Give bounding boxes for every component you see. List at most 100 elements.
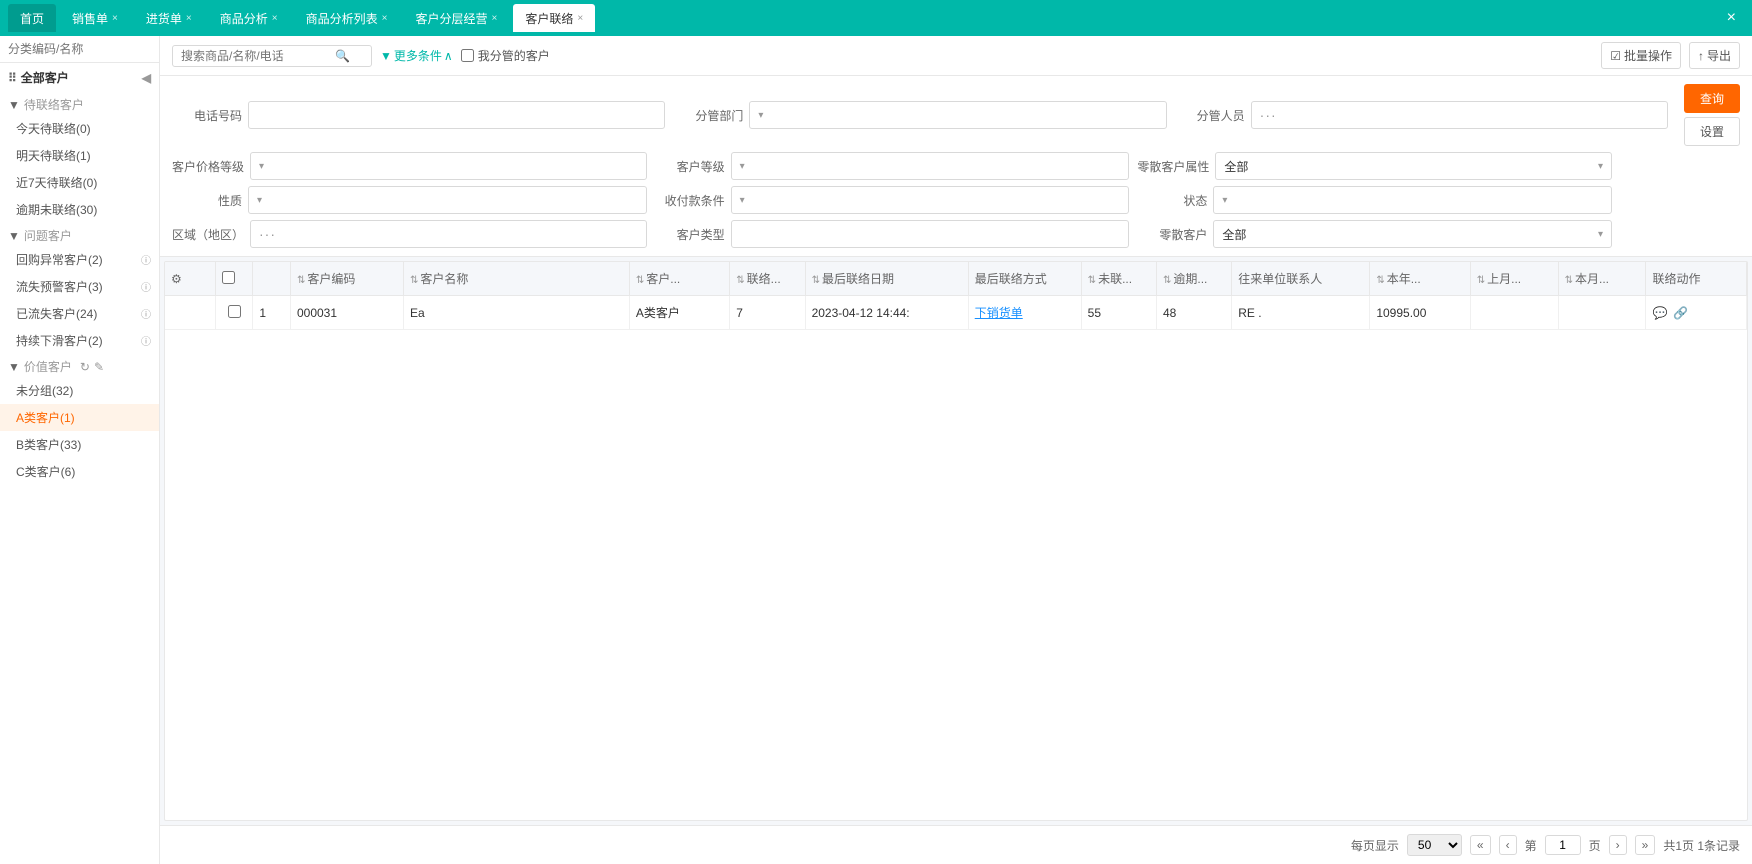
payment-select[interactable]: ▾	[731, 186, 1130, 214]
tab-customer-segment-close[interactable]: ×	[491, 13, 497, 24]
contact-col-header[interactable]: ⇅联络...	[730, 262, 805, 296]
this-year-col-header[interactable]: ⇅本年...	[1370, 262, 1470, 296]
overdue-col-header[interactable]: ⇅逾期...	[1156, 262, 1231, 296]
sidebar-item-b-class[interactable]: B类客户(33)	[0, 431, 159, 458]
filter-search-box[interactable]: 🔍	[172, 45, 372, 67]
export-icon: ↑	[1698, 49, 1704, 63]
sidebar-item-ungrouped[interactable]: 未分组(32)	[0, 377, 159, 404]
nature-select[interactable]: ▾	[248, 186, 647, 214]
batch-operation-btn[interactable]: ☑ 批量操作	[1601, 42, 1681, 69]
tab-customer-segment[interactable]: 客户分层经营 ×	[403, 4, 509, 32]
tab-home[interactable]: 首页	[8, 4, 56, 32]
sidebar-item-abnormal-repurchase[interactable]: 回购异常客户(2) ⓘ	[0, 246, 159, 273]
name-col-header[interactable]: ⇅客户名称	[403, 262, 629, 296]
link-icon[interactable]: 🔗	[1673, 306, 1688, 320]
sidebar-item-7days[interactable]: 近7天待联络(0)	[0, 169, 159, 196]
unit-contact-cell: RE .	[1232, 296, 1370, 330]
tab-customer-contact[interactable]: 客户联络 ×	[513, 4, 595, 32]
edit-icon[interactable]: ✎	[94, 360, 104, 374]
scatter-attr-select[interactable]: 全部 ▾	[1215, 152, 1612, 180]
no-contact-col-header[interactable]: ⇅未联...	[1081, 262, 1156, 296]
price-level-select[interactable]: ▾	[250, 152, 647, 180]
tab-purchase-order[interactable]: 进货单 ×	[134, 4, 204, 32]
status-select[interactable]: ▾	[1213, 186, 1612, 214]
per-page-select[interactable]: 50 100 200	[1407, 834, 1462, 856]
scatter-customer-select[interactable]: 全部 ▾	[1213, 220, 1612, 248]
my-customer-checkbox-label[interactable]: 我分管的客户	[461, 47, 550, 64]
refresh-icon[interactable]: ↻	[80, 360, 90, 374]
tab-purchase-order-close[interactable]: ×	[186, 13, 192, 24]
action-col-header: 联络动作	[1646, 262, 1747, 296]
value-customers-label: 价值客户	[24, 358, 72, 375]
last-contact-method-col-header[interactable]: 最后联络方式	[968, 262, 1081, 296]
tab-product-analysis[interactable]: 商品分析 ×	[208, 4, 290, 32]
more-filters-btn[interactable]: ▼ 更多条件 ∧	[380, 47, 453, 64]
first-page-btn[interactable]: «	[1470, 835, 1491, 855]
sidebar-search-input[interactable]	[8, 42, 160, 56]
type-cell: A类客户	[629, 296, 729, 330]
last-month-cell	[1470, 296, 1558, 330]
customer-type-input[interactable]	[731, 220, 1130, 248]
filter-search-icon[interactable]: 🔍	[335, 49, 350, 63]
price-level-label: 客户价格等级	[172, 158, 244, 175]
action-cell[interactable]: 💬 🔗	[1646, 296, 1747, 330]
tab-sales-order-close[interactable]: ×	[112, 13, 118, 24]
last-month-col-header[interactable]: ⇅上月...	[1470, 262, 1558, 296]
checkbox-cell[interactable]	[215, 296, 253, 330]
sidebar-item-a-class[interactable]: A类客户(1)	[0, 404, 159, 431]
tab-product-analysis-list[interactable]: 商品分析列表 ×	[294, 4, 400, 32]
pending-contact-group[interactable]: ▼ 待联络客户	[0, 92, 159, 115]
region-input[interactable]: ···	[250, 220, 647, 248]
type-col-header[interactable]: ⇅客户...	[629, 262, 729, 296]
last-page-btn[interactable]: »	[1635, 835, 1656, 855]
sidebar-item-declining[interactable]: 持续下滑客户(2) ⓘ	[0, 327, 159, 354]
tab-sales-order[interactable]: 销售单 ×	[60, 4, 130, 32]
checkbox-col-header[interactable]	[215, 262, 253, 296]
customer-level-select[interactable]: ▾	[731, 152, 1130, 180]
sort-icon-3: ⇅	[636, 275, 644, 286]
sidebar-item-overdue[interactable]: 逾期未联络(30)	[0, 196, 159, 223]
this-month-col-header[interactable]: ⇅本月...	[1558, 262, 1646, 296]
query-button[interactable]: 查询	[1684, 84, 1740, 113]
value-customers-group[interactable]: ▼ 价值客户 ↻ ✎	[0, 354, 159, 377]
filter-search-input[interactable]	[181, 49, 331, 63]
sidebar-item-tomorrow[interactable]: 明天待联络(1)	[0, 142, 159, 169]
sidebar-item-today[interactable]: 今天待联络(0)	[0, 115, 159, 142]
filter-icon: ▼	[380, 49, 392, 63]
triangle-icon-2: ▼	[8, 229, 20, 243]
contact-cell: 7	[730, 296, 805, 330]
dept-select[interactable]: ▾	[749, 101, 1166, 129]
data-table-container[interactable]: ⚙ ⇅客户编码 ⇅客户名称 ⇅客户... ⇅联络...	[164, 261, 1748, 821]
phone-input[interactable]	[248, 101, 665, 129]
nav-close-all[interactable]: ×	[1719, 9, 1744, 27]
sidebar-item-c-class[interactable]: C类客户(6)	[0, 458, 159, 485]
sidebar-item-churn-warning[interactable]: 流失预警客户(3) ⓘ	[0, 273, 159, 300]
sort-icon-4: ⇅	[736, 275, 744, 286]
export-btn[interactable]: ↑ 导出	[1689, 42, 1740, 69]
all-customers-header[interactable]: ⠿ 全部客户 ◀	[0, 63, 159, 92]
name-cell: Ea	[403, 296, 629, 330]
sidebar-item-churned[interactable]: 已流失客户(24) ⓘ	[0, 300, 159, 327]
customer-type-label: 客户类型	[655, 226, 725, 243]
unit-contact-col-header[interactable]: 往来单位联系人	[1232, 262, 1370, 296]
select-all-checkbox[interactable]	[222, 271, 235, 284]
settings-col-header[interactable]: ⚙	[165, 262, 215, 296]
page-label: 第	[1525, 837, 1537, 854]
my-customer-checkbox[interactable]	[461, 49, 474, 62]
region-label: 区域（地区）	[172, 226, 244, 243]
tab-product-analysis-list-label: 商品分析列表	[306, 10, 378, 27]
tab-product-analysis-list-close[interactable]: ×	[382, 13, 388, 24]
prev-page-btn[interactable]: ‹	[1499, 835, 1517, 855]
tab-product-analysis-close[interactable]: ×	[272, 13, 278, 24]
tab-customer-contact-close[interactable]: ×	[577, 13, 583, 24]
next-page-btn[interactable]: ›	[1609, 835, 1627, 855]
last-contact-method-cell[interactable]: 下销货单	[968, 296, 1081, 330]
last-contact-date-col-header[interactable]: ⇅最后联络日期	[805, 262, 968, 296]
settings-button[interactable]: 设置	[1684, 117, 1740, 146]
page-number-input[interactable]	[1545, 835, 1581, 855]
problem-customers-group[interactable]: ▼ 问题客户	[0, 223, 159, 246]
manager-input[interactable]: ···	[1251, 101, 1668, 129]
code-col-header[interactable]: ⇅客户编码	[290, 262, 403, 296]
collapse-icon[interactable]: ◀	[142, 71, 151, 85]
chat-icon[interactable]: 💬	[1652, 306, 1667, 320]
